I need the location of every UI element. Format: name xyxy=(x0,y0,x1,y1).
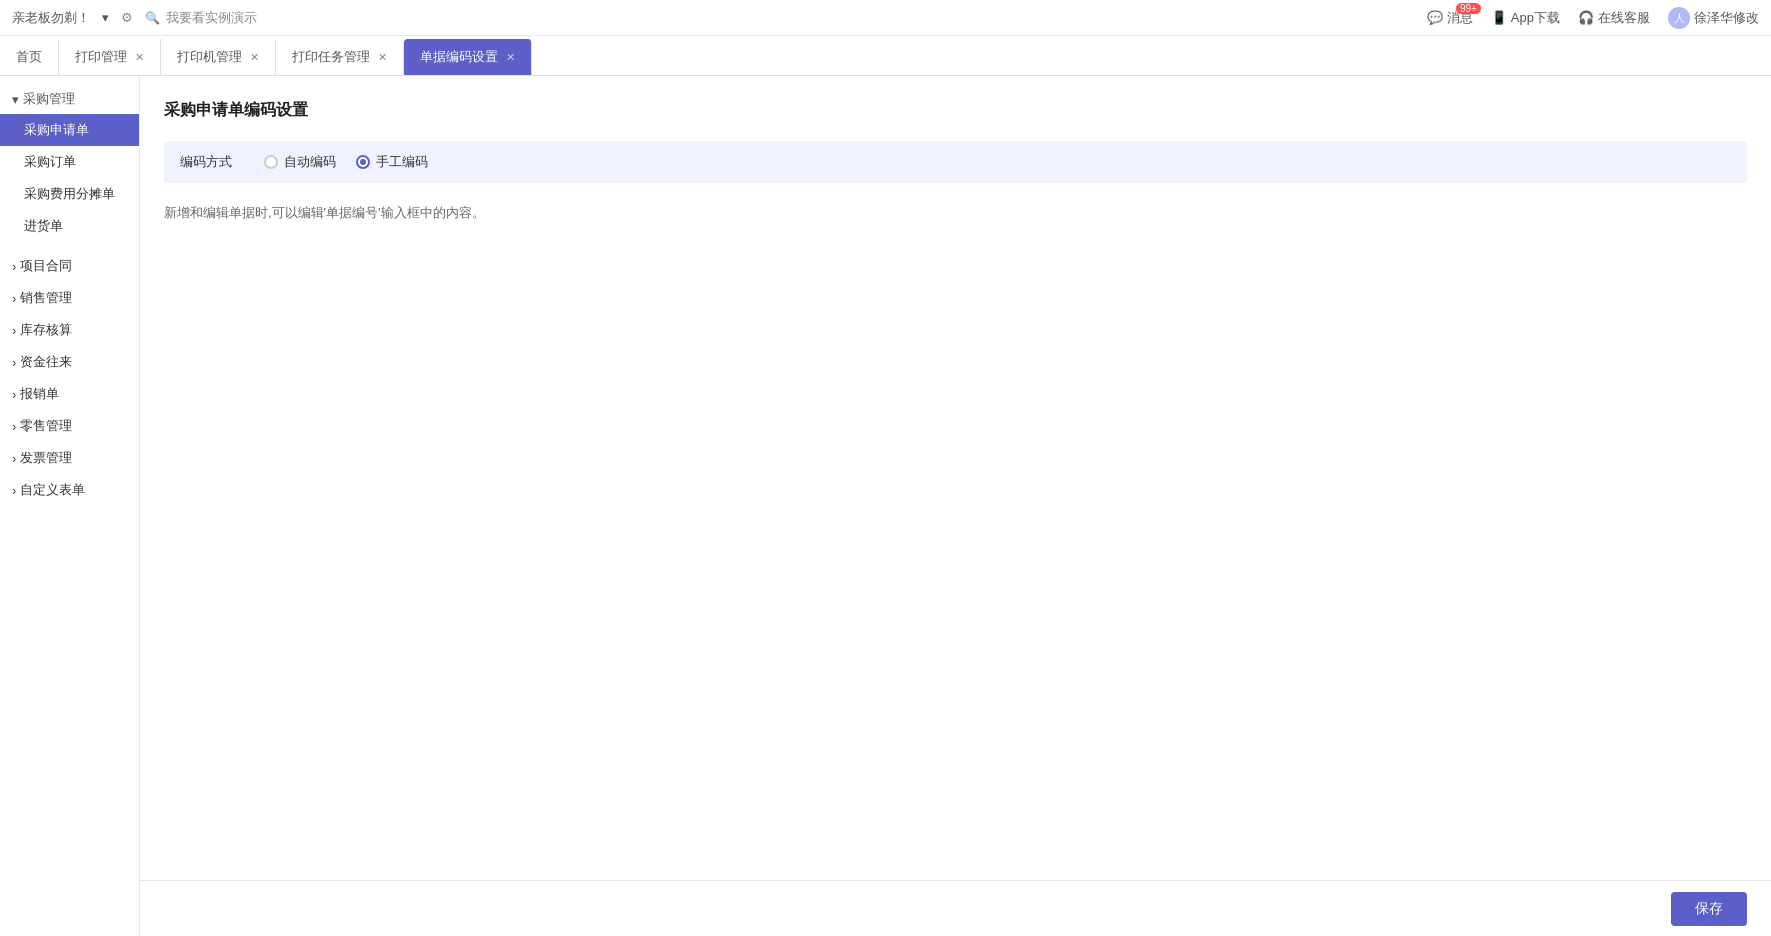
sidebar-item-project-contract[interactable]: › 项目合同 xyxy=(0,250,139,282)
online-service-button[interactable]: 🎧 在线客服 xyxy=(1578,9,1650,27)
title-dropdown[interactable]: ▾ xyxy=(102,10,109,25)
chevron-right-icon: › xyxy=(12,483,16,498)
search-icon: 🔍 xyxy=(145,11,160,25)
tab-doc-code-settings[interactable]: 单据编码设置 ✕ xyxy=(404,39,532,75)
close-tab-doc-code-settings[interactable]: ✕ xyxy=(506,51,515,64)
encode-radio-group: 自动编码 手工编码 xyxy=(264,153,428,171)
sidebar-item-inventory[interactable]: › 库存核算 xyxy=(0,314,139,346)
settings-icon[interactable]: ⚙ xyxy=(121,10,133,25)
sidebar-item-retail-label: 零售管理 xyxy=(20,417,72,435)
sidebar-item-purchase-order-label: 采购订单 xyxy=(24,154,76,169)
chevron-down-icon: ▾ xyxy=(102,10,109,25)
chevron-right-icon: › xyxy=(12,291,16,306)
chevron-down-icon: ▾ xyxy=(12,92,19,107)
sidebar-item-inbound[interactable]: 进货单 xyxy=(0,210,139,242)
auto-encode-radio[interactable] xyxy=(264,155,278,169)
sidebar-item-inventory-label: 库存核算 xyxy=(20,321,72,339)
page-title: 采购申请单编码设置 xyxy=(164,100,1747,121)
online-service-label: 在线客服 xyxy=(1598,9,1650,27)
tab-printer-management[interactable]: 打印机管理 ✕ xyxy=(161,39,276,75)
chevron-right-icon: › xyxy=(12,355,16,370)
sidebar-item-purchase-order[interactable]: 采购订单 xyxy=(0,146,139,178)
sidebar-item-inbound-label: 进货单 xyxy=(24,218,63,233)
tab-printer-management-label: 打印机管理 xyxy=(177,48,242,66)
sidebar-item-retail[interactable]: › 零售管理 xyxy=(0,410,139,442)
sidebar-item-custom-form-label: 自定义表单 xyxy=(20,481,85,499)
sidebar-item-invoice-label: 发票管理 xyxy=(20,449,72,467)
sidebar-item-purchase-request[interactable]: 采购申请单 xyxy=(0,114,139,146)
app-download-label: App下载 xyxy=(1511,9,1560,27)
encode-method-section: 编码方式 自动编码 手工编码 xyxy=(164,141,1747,183)
chevron-right-icon: › xyxy=(12,419,16,434)
search-bar[interactable]: 🔍 我要看实例演示 xyxy=(145,9,257,27)
auto-encode-option[interactable]: 自动编码 xyxy=(264,153,336,171)
footer: 保存 xyxy=(140,880,1771,936)
tab-home-label: 首页 xyxy=(16,48,42,66)
tab-doc-code-settings-label: 单据编码设置 xyxy=(420,48,498,66)
save-button[interactable]: 保存 xyxy=(1671,892,1747,926)
sidebar-item-purchase-request-label: 采购申请单 xyxy=(24,122,89,137)
user-avatar-button[interactable]: 人 徐泽华修改 xyxy=(1668,7,1759,29)
chevron-right-icon: › xyxy=(12,259,16,274)
service-icon: 🎧 xyxy=(1578,10,1594,25)
sidebar-group-purchase-label: 采购管理 xyxy=(23,90,75,108)
tabs-bar: 首页 打印管理 ✕ 打印机管理 ✕ 打印任务管理 ✕ 单据编码设置 ✕ xyxy=(0,36,1771,76)
sidebar-item-purchase-cost[interactable]: 采购费用分摊单 xyxy=(0,178,139,210)
close-tab-printer-management[interactable]: ✕ xyxy=(250,51,259,64)
encode-method-label: 编码方式 xyxy=(180,153,240,171)
sidebar-group-purchase: ▾ 采购管理 采购申请单 采购订单 采购费用分摊单 进货单 xyxy=(0,76,139,250)
sidebar: ▾ 采购管理 采购申请单 采购订单 采购费用分摊单 进货单 › 项目合同 › 销… xyxy=(0,76,140,936)
sidebar-item-expense-label: 报销单 xyxy=(20,385,59,403)
app-title: 亲老板勿剃！ xyxy=(12,9,90,27)
sidebar-group-purchase-header[interactable]: ▾ 采购管理 xyxy=(0,84,139,114)
manual-encode-option[interactable]: 手工编码 xyxy=(356,153,428,171)
tab-print-task-label: 打印任务管理 xyxy=(292,48,370,66)
main-layout: ▾ 采购管理 采购申请单 采购订单 采购费用分摊单 进货单 › 项目合同 › 销… xyxy=(0,76,1771,936)
sidebar-item-invoice[interactable]: › 发票管理 xyxy=(0,442,139,474)
download-icon: 📱 xyxy=(1491,10,1507,25)
tab-print-management-label: 打印管理 xyxy=(75,48,127,66)
sidebar-item-capital[interactable]: › 资金往来 xyxy=(0,346,139,378)
manual-encode-label: 手工编码 xyxy=(376,153,428,171)
sidebar-item-project-contract-label: 项目合同 xyxy=(20,257,72,275)
message-button[interactable]: 💬 消息 99+ xyxy=(1427,9,1473,27)
sidebar-item-custom-form[interactable]: › 自定义表单 xyxy=(0,474,139,506)
sidebar-item-sales-management-label: 销售管理 xyxy=(20,289,72,307)
tab-home[interactable]: 首页 xyxy=(0,39,59,75)
top-bar-right: 💬 消息 99+ 📱 App下载 🎧 在线客服 人 徐泽华修改 xyxy=(1427,7,1759,29)
chevron-right-icon: › xyxy=(12,387,16,402)
info-text: 新增和编辑单据时,可以编辑'单据编号'输入框中的内容。 xyxy=(164,203,1747,224)
sidebar-item-sales-management[interactable]: › 销售管理 xyxy=(0,282,139,314)
sidebar-item-capital-label: 资金往来 xyxy=(20,353,72,371)
manual-encode-radio[interactable] xyxy=(356,155,370,169)
close-tab-print-task[interactable]: ✕ xyxy=(378,51,387,64)
top-bar: 亲老板勿剃！ ▾ ⚙ 🔍 我要看实例演示 💬 消息 99+ 📱 App下载 🎧 … xyxy=(0,0,1771,36)
message-icon: 💬 xyxy=(1427,10,1443,25)
avatar-icon: 人 xyxy=(1668,7,1690,29)
content-area: 采购申请单编码设置 编码方式 自动编码 手工编码 新增和编辑单据时,可以编辑'单… xyxy=(140,76,1771,880)
tab-print-management[interactable]: 打印管理 ✕ xyxy=(59,39,161,75)
app-download-button[interactable]: 📱 App下载 xyxy=(1491,9,1560,27)
auto-encode-label: 自动编码 xyxy=(284,153,336,171)
chevron-right-icon: › xyxy=(12,323,16,338)
user-name: 徐泽华修改 xyxy=(1694,9,1759,27)
main-content: 采购申请单编码设置 编码方式 自动编码 手工编码 新增和编辑单据时,可以编辑'单… xyxy=(140,76,1771,936)
sidebar-item-purchase-cost-label: 采购费用分摊单 xyxy=(24,186,115,201)
sidebar-item-expense[interactable]: › 报销单 xyxy=(0,378,139,410)
close-tab-print-management[interactable]: ✕ xyxy=(135,51,144,64)
message-badge: 99+ xyxy=(1456,3,1481,14)
tab-print-task[interactable]: 打印任务管理 ✕ xyxy=(276,39,404,75)
chevron-right-icon: › xyxy=(12,451,16,466)
top-bar-left: 亲老板勿剃！ ▾ ⚙ 🔍 我要看实例演示 xyxy=(12,9,257,27)
search-text[interactable]: 我要看实例演示 xyxy=(166,9,257,27)
